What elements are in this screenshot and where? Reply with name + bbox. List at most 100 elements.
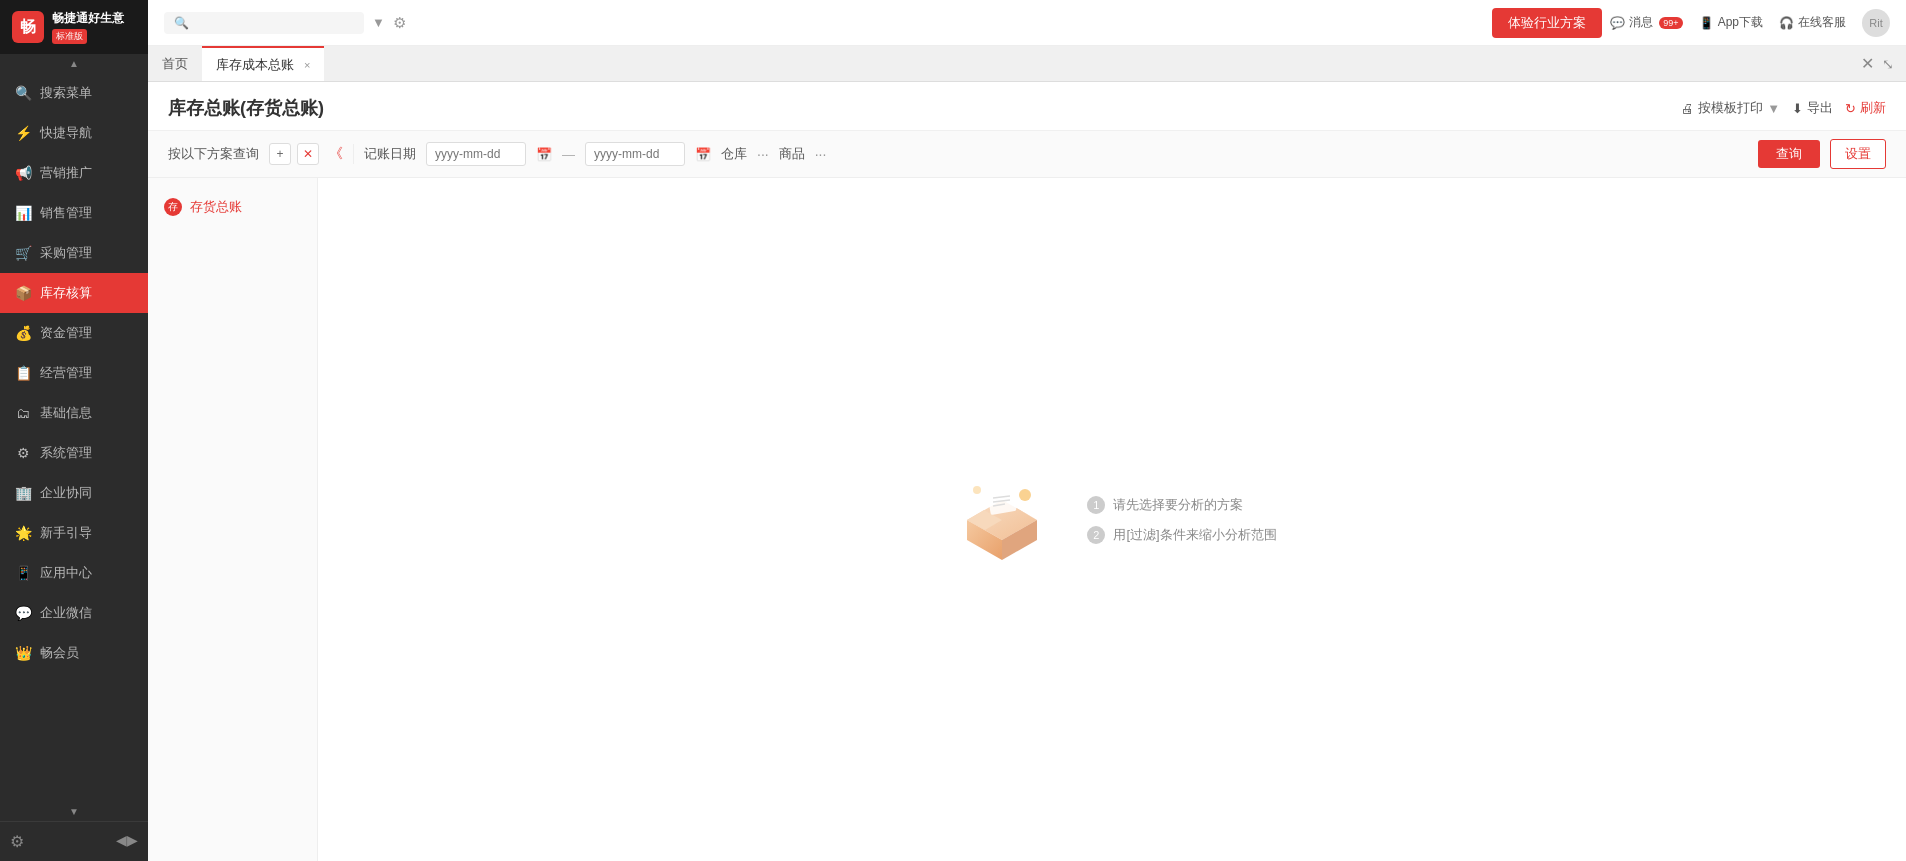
collapse-icon[interactable]: ◀▶ xyxy=(116,832,138,851)
app-download-action[interactable]: 📱 App下载 xyxy=(1699,14,1763,31)
tabs-close-all-icon[interactable]: ✕ xyxy=(1861,54,1874,73)
shortcut-icon: ⚡ xyxy=(14,124,32,142)
industry-btn[interactable]: 体验行业方案 xyxy=(1492,8,1602,38)
messages-action[interactable]: 💬 消息 99+ xyxy=(1610,14,1682,31)
newbie-icon: 🌟 xyxy=(14,524,32,542)
topbar-actions: 💬 消息 99+ 📱 App下载 🎧 在线客服 Rit xyxy=(1610,9,1890,37)
product-more-btn[interactable]: ··· xyxy=(815,146,827,162)
remove-scheme-btn[interactable]: ✕ xyxy=(297,143,319,165)
empty-illustration xyxy=(947,465,1057,575)
sidebar-item-enterprise[interactable]: 🏢 企业协同 xyxy=(0,473,148,513)
query-row: 按以下方案查询 + ✕ 《 记账日期 📅 — 📅 仓库 ··· 商品 ··· xyxy=(148,131,1906,178)
sidebar-item-label: 企业协同 xyxy=(40,484,92,502)
sidebar-item-search[interactable]: 🔍 搜索菜单 xyxy=(0,73,148,113)
sidebar-item-sales[interactable]: 📊 销售管理 xyxy=(0,193,148,233)
sidebar-item-operations[interactable]: 📋 经营管理 xyxy=(0,353,148,393)
print-btn[interactable]: 🖨 按模板打印 ▼ xyxy=(1681,99,1780,117)
date-start-calendar-icon[interactable]: 📅 xyxy=(536,147,552,162)
topbar-gear-icon[interactable]: ⚙ xyxy=(393,14,406,32)
tab-active-label: 库存成本总账 xyxy=(216,56,294,74)
collapse-filter-btn[interactable]: 《 xyxy=(329,145,343,163)
appstore-icon: 📱 xyxy=(14,564,32,582)
sidebar-item-label: 应用中心 xyxy=(40,564,92,582)
sidebar-item-purchase[interactable]: 🛒 采购管理 xyxy=(0,233,148,273)
sidebar-item-label: 企业微信 xyxy=(40,604,92,622)
finance-icon: 💰 xyxy=(14,324,32,342)
print-label: 按模板打印 xyxy=(1698,99,1763,117)
logo-text-block: 畅捷通好生意 标准版 xyxy=(52,10,124,44)
settings-icon[interactable]: ⚙ xyxy=(10,832,24,851)
product-label-text: 商品 xyxy=(779,145,805,163)
date-start-input[interactable] xyxy=(426,142,526,166)
sidebar-item-marketing[interactable]: 📢 营销推广 xyxy=(0,153,148,193)
system-icon: ⚙ xyxy=(14,444,32,462)
date-end-input[interactable] xyxy=(585,142,685,166)
inventory-ledger-icon: 存 xyxy=(164,198,182,216)
export-btn[interactable]: ⬇ 导出 xyxy=(1792,99,1833,117)
sales-icon: 📊 xyxy=(14,204,32,222)
empty-tip-1-text: 请先选择要分析的方案 xyxy=(1113,496,1243,514)
tabs-expand-icon[interactable]: ⤡ xyxy=(1882,56,1894,72)
warehouse-more-btn[interactable]: ··· xyxy=(757,146,769,162)
empty-tips: 1 请先选择要分析的方案 2 用[过滤]条件来缩小分析范围 xyxy=(1087,496,1276,544)
member-icon: 👑 xyxy=(14,644,32,662)
setting-button[interactable]: 设置 xyxy=(1830,139,1886,169)
logo-icon: 畅 xyxy=(12,11,44,43)
sidebar-item-label: 快捷导航 xyxy=(40,124,92,142)
svg-point-5 xyxy=(1019,489,1031,501)
page-content: 库存总账(存货总账) 🖨 按模板打印 ▼ ⬇ 导出 ↻ 刷新 按以下方案查询 xyxy=(148,82,1906,861)
app-download-label: App下载 xyxy=(1718,14,1763,31)
topbar-search[interactable]: 🔍 xyxy=(164,12,364,34)
scroll-up-btn[interactable]: ▲ xyxy=(0,54,148,73)
tab-close-icon[interactable]: × xyxy=(304,59,310,71)
svg-point-6 xyxy=(973,486,981,494)
warehouse-label: 仓库 xyxy=(721,145,747,163)
sidebar-item-label: 采购管理 xyxy=(40,244,92,262)
query-button[interactable]: 查询 xyxy=(1758,140,1820,168)
date-separator: — xyxy=(562,147,575,162)
online-service-action[interactable]: 🎧 在线客服 xyxy=(1779,14,1846,31)
tip-num-1: 1 xyxy=(1087,496,1105,514)
filter-option-inventory-ledger[interactable]: 存 存货总账 xyxy=(148,188,317,226)
tab-inventory-ledger[interactable]: 库存成本总账 × xyxy=(202,46,324,81)
inventory-icon: 📦 xyxy=(14,284,32,302)
sidebar-item-newbie[interactable]: 🌟 新手引导 xyxy=(0,513,148,553)
date-end-calendar-icon[interactable]: 📅 xyxy=(695,147,711,162)
refresh-icon: ↻ xyxy=(1845,101,1856,116)
topbar-chevron[interactable]: ▼ xyxy=(372,15,385,30)
add-scheme-btn[interactable]: + xyxy=(269,143,291,165)
tip-num-2: 2 xyxy=(1087,526,1105,544)
date-label-text: 记账日期 xyxy=(364,145,416,163)
user-avatar[interactable]: Rit xyxy=(1862,9,1890,37)
sidebar-item-label: 新手引导 xyxy=(40,524,92,542)
sidebar-item-label: 搜索菜单 xyxy=(40,84,92,102)
sidebar-item-member[interactable]: 👑 畅会员 xyxy=(0,633,148,673)
sidebar-item-label: 经营管理 xyxy=(40,364,92,382)
sidebar-item-appstore[interactable]: 📱 应用中心 xyxy=(0,553,148,593)
product-label: 商品 xyxy=(779,145,805,163)
empty-tip-2-text: 用[过滤]条件来缩小分析范围 xyxy=(1113,526,1276,544)
export-icon: ⬇ xyxy=(1792,101,1803,116)
sidebar-item-label: 营销推广 xyxy=(40,164,92,182)
message-icon: 💬 xyxy=(1610,16,1625,30)
tab-home[interactable]: 首页 xyxy=(148,46,202,81)
topbar-search-icon: 🔍 xyxy=(174,16,189,30)
sidebar-item-wechat[interactable]: 💬 企业微信 xyxy=(0,593,148,633)
empty-state: 1 请先选择要分析的方案 2 用[过滤]条件来缩小分析范围 xyxy=(947,465,1276,575)
sidebar-item-basic[interactable]: 🗂 基础信息 xyxy=(0,393,148,433)
filter-action-group: + ✕ xyxy=(269,143,319,165)
refresh-btn[interactable]: ↻ 刷新 xyxy=(1845,99,1886,117)
sidebar-item-inventory[interactable]: 📦 库存核算 xyxy=(0,273,148,313)
filter-sidebar: 存 存货总账 xyxy=(148,178,318,861)
enterprise-icon: 🏢 xyxy=(14,484,32,502)
page-title: 库存总账(存货总账) xyxy=(168,96,324,120)
user-name: Rit xyxy=(1869,17,1882,29)
scroll-down-btn[interactable]: ▼ xyxy=(0,802,148,821)
print-icon: 🖨 xyxy=(1681,101,1694,116)
sidebar-item-label: 系统管理 xyxy=(40,444,92,462)
sidebar-item-shortcut[interactable]: ⚡ 快捷导航 xyxy=(0,113,148,153)
tab-home-label: 首页 xyxy=(162,55,188,73)
sidebar-item-system[interactable]: ⚙ 系统管理 xyxy=(0,433,148,473)
sidebar-item-finance[interactable]: 💰 资金管理 xyxy=(0,313,148,353)
filter-option-label: 存货总账 xyxy=(190,198,242,216)
